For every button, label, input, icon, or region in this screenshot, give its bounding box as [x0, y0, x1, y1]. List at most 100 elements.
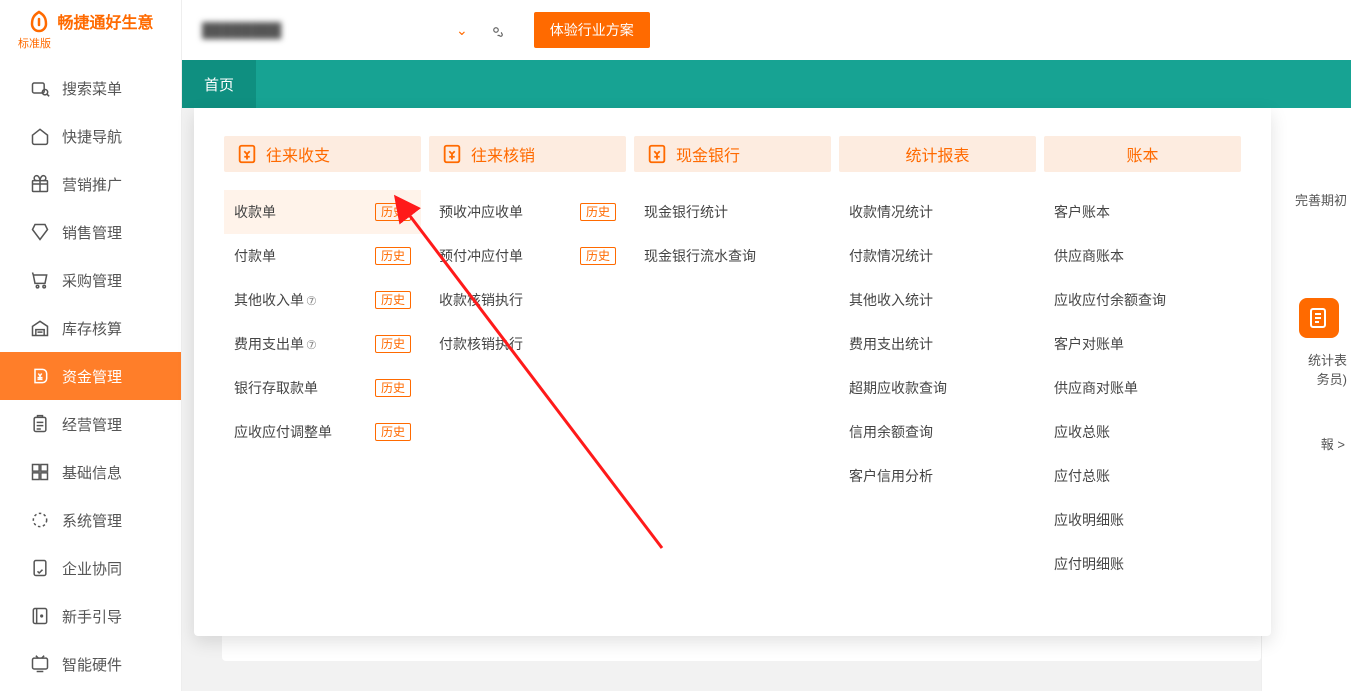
history-badge[interactable]: 历史: [375, 291, 411, 309]
mega-item-label: 收款情况统计: [849, 202, 933, 222]
sidebar-item-label: 智能硬件: [62, 654, 122, 675]
mega-item-1-3[interactable]: 付款核销执行: [429, 322, 626, 366]
mega-item-4-8[interactable]: 应付明细账: [1044, 542, 1241, 586]
sidebar-item-label: 销售管理: [62, 222, 122, 243]
settings-button[interactable]: [482, 16, 510, 44]
mega-item-0-0[interactable]: 收款单历史: [224, 190, 421, 234]
mega-column-header: 统计报表: [839, 136, 1036, 172]
mega-item-label: 其他收入统计: [849, 290, 933, 310]
mega-item-3-2[interactable]: 其他收入统计: [839, 278, 1036, 322]
mega-item-label: 信用余额查询: [849, 422, 933, 442]
mega-item-0-1[interactable]: 付款单 历史: [224, 234, 421, 278]
sidebar-item-label: 采购管理: [62, 270, 122, 291]
mega-item-label: 费用支出单⑦: [234, 334, 317, 354]
mega-item-2-0[interactable]: 现金银行统计: [634, 190, 831, 234]
right-panel-link[interactable]: 報 >: [1321, 434, 1345, 453]
mega-item-4-6[interactable]: 应付总账: [1044, 454, 1241, 498]
mega-item-label: 客户信用分析: [849, 466, 933, 486]
mega-item-label: 费用支出统计: [849, 334, 933, 354]
chevron-down-icon[interactable]: ⌄: [448, 22, 476, 39]
mega-item-1-1[interactable]: 预付冲应付单历史: [429, 234, 626, 278]
sidebar-item-9[interactable]: 系统管理: [0, 496, 181, 544]
mega-item-label: 客户对账单: [1054, 334, 1124, 354]
tab-0[interactable]: 首页: [182, 60, 256, 108]
doc-icon: [30, 558, 50, 578]
money-icon: [30, 366, 50, 386]
mega-item-label: 超期应收款查询: [849, 378, 947, 398]
gear-icon: [30, 510, 50, 530]
cart-icon: [30, 270, 50, 290]
content-area: 往来收支收款单历史付款单历史其他收入单⑦历史费用支出单⑦历史银行存取款单历史应收…: [182, 108, 1351, 691]
business-name[interactable]: ████████: [202, 22, 442, 38]
mega-item-3-1[interactable]: 付款情况统计: [839, 234, 1036, 278]
mega-item-4-0[interactable]: 客户账本: [1044, 190, 1241, 234]
tab-bar: 首页: [182, 60, 1351, 108]
mega-column-4: 账本客户账本供应商账本应收应付余额查询客户对账单供应商对账单应收总账应付总账应收…: [1044, 136, 1241, 586]
mega-item-1-2[interactable]: 收款核销执行: [429, 278, 626, 322]
mega-item-3-6[interactable]: 客户信用分析: [839, 454, 1036, 498]
mega-item-label: 付款单: [234, 246, 276, 266]
mega-item-label: 应付明细账: [1054, 554, 1124, 574]
sidebar-item-4[interactable]: 采购管理: [0, 256, 181, 304]
mega-column-1: 往来核销预收冲应收单历史预付冲应付单历史收款核销执行付款核销执行: [429, 136, 626, 586]
mega-item-label: 应付总账: [1054, 466, 1110, 486]
grid-icon: [30, 462, 50, 482]
mega-item-2-1[interactable]: 现金银行流水查询: [634, 234, 831, 278]
mega-item-label: 客户账本: [1054, 202, 1110, 222]
mega-item-3-3[interactable]: 费用支出统计: [839, 322, 1036, 366]
history-badge[interactable]: 历史: [375, 247, 411, 265]
mega-item-label: 应收应付余额查询: [1054, 290, 1166, 310]
mega-item-0-5[interactable]: 应收应付调整单历史: [224, 410, 421, 454]
sidebar-item-5[interactable]: 库存核算: [0, 304, 181, 352]
history-badge[interactable]: 历史: [375, 335, 411, 353]
mega-item-3-4[interactable]: 超期应收款查询: [839, 366, 1036, 410]
mega-item-label: 应收总账: [1054, 422, 1110, 442]
sidebar-item-8[interactable]: 基础信息: [0, 448, 181, 496]
mega-item-label: 现金银行流水查询: [644, 246, 756, 266]
sidebar-item-2[interactable]: 营销推广: [0, 160, 181, 208]
industry-plan-button[interactable]: 体验行业方案: [534, 12, 650, 48]
bill-icon: [441, 143, 463, 165]
sidebar-item-label: 搜索菜单: [62, 78, 122, 99]
diamond-icon: [30, 222, 50, 242]
sidebar-item-0[interactable]: 搜索菜单: [0, 64, 181, 112]
topbar: ████████ ⌄ 体验行业方案: [182, 0, 1351, 60]
mega-item-4-3[interactable]: 客户对账单: [1044, 322, 1241, 366]
mega-column-title: 往来核销: [471, 142, 535, 166]
mega-menu: 往来收支收款单历史付款单历史其他收入单⑦历史费用支出单⑦历史银行存取款单历史应收…: [194, 108, 1271, 636]
guide-icon: [30, 606, 50, 626]
sidebar-item-6[interactable]: 资金管理: [0, 352, 181, 400]
mega-item-label: 付款情况统计: [849, 246, 933, 266]
sidebar-item-10[interactable]: 企业协同: [0, 544, 181, 592]
mega-item-label: 供应商账本: [1054, 246, 1124, 266]
sidebar-item-3[interactable]: 销售管理: [0, 208, 181, 256]
right-panel-report-caption: 统计表务员): [1308, 350, 1347, 388]
mega-item-0-2[interactable]: 其他收入单⑦历史: [224, 278, 421, 322]
history-badge[interactable]: 历史: [580, 247, 616, 265]
report-icon[interactable]: [1299, 298, 1339, 338]
mega-item-3-5[interactable]: 信用余额查询: [839, 410, 1036, 454]
mega-item-3-0[interactable]: 收款情况统计: [839, 190, 1036, 234]
sidebar-item-1[interactable]: 快捷导航: [0, 112, 181, 160]
right-panel-top: 完善期初: [1295, 190, 1347, 209]
mega-item-4-1[interactable]: 供应商账本: [1044, 234, 1241, 278]
mega-item-1-0[interactable]: 预收冲应收单历史: [429, 190, 626, 234]
mega-item-0-4[interactable]: 银行存取款单历史: [224, 366, 421, 410]
mega-item-0-3[interactable]: 费用支出单⑦ 历史: [224, 322, 421, 366]
history-badge[interactable]: 历史: [375, 423, 411, 441]
mega-item-4-4[interactable]: 供应商对账单: [1044, 366, 1241, 410]
sidebar-item-12[interactable]: 智能硬件: [0, 640, 181, 688]
sidebar-item-label: 新手引导: [62, 606, 122, 627]
mega-item-4-7[interactable]: 应收明细账: [1044, 498, 1241, 542]
mega-item-4-2[interactable]: 应收应付余额查询: [1044, 278, 1241, 322]
clipboard-icon: [30, 414, 50, 434]
sidebar-item-11[interactable]: 新手引导: [0, 592, 181, 640]
history-badge[interactable]: 历史: [580, 203, 616, 221]
mega-column-header: 往来核销: [429, 136, 626, 172]
mega-item-4-5[interactable]: 应收总账: [1044, 410, 1241, 454]
sidebar-item-label: 企业协同: [62, 558, 122, 579]
history-badge[interactable]: 历史: [375, 379, 411, 397]
history-badge[interactable]: 历史: [375, 203, 411, 221]
sidebar-item-7[interactable]: 经营管理: [0, 400, 181, 448]
logo: 畅捷通好生意 标准版: [0, 0, 181, 60]
